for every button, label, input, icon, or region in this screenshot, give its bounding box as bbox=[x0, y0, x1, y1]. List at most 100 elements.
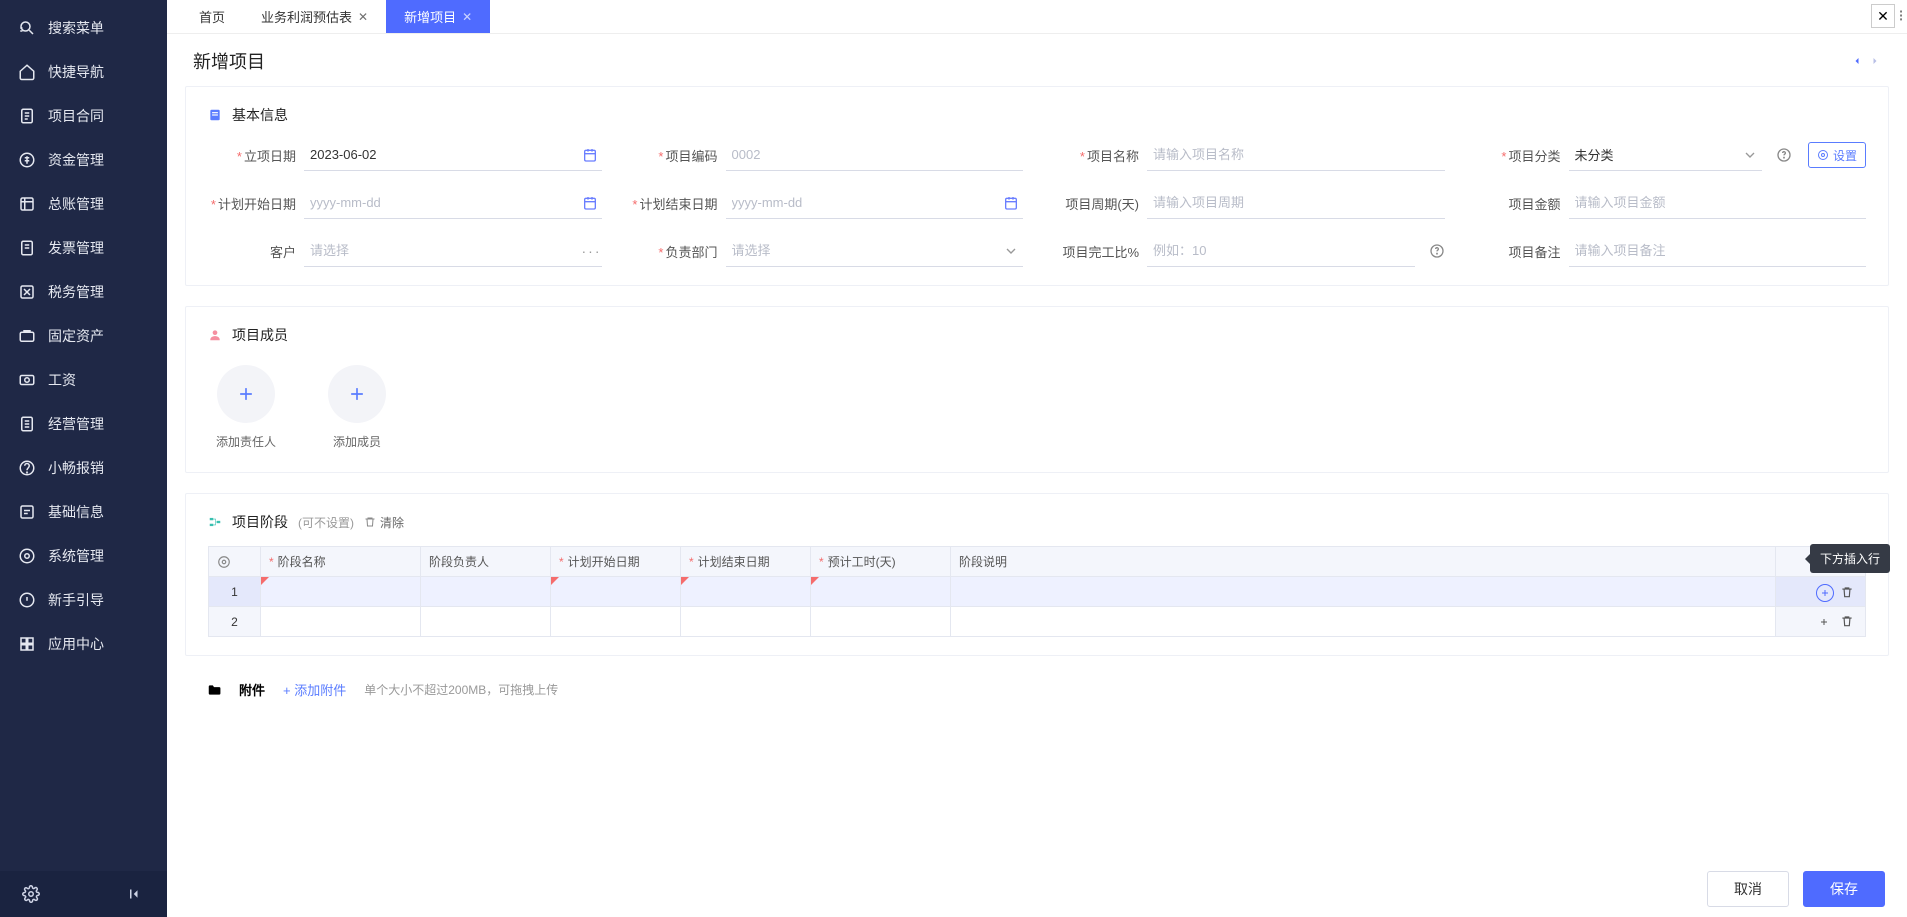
stage-cell[interactable] bbox=[261, 577, 421, 607]
form-grid: *立项日期*项目编码*项目名称*项目分类设置*计划开始日期*计划结束日期项目周期… bbox=[208, 139, 1866, 267]
page-title: 新增项目 bbox=[193, 48, 265, 74]
label-plan_end: *计划结束日期 bbox=[630, 194, 718, 213]
tab-home[interactable]: 首页 bbox=[181, 0, 243, 33]
sidebar-item-asset[interactable]: 固定资产 bbox=[0, 314, 167, 358]
input-customer[interactable] bbox=[304, 235, 602, 267]
stages-head: 项目阶段 (可不设置) 清除 bbox=[208, 512, 1866, 532]
input-plan_start[interactable] bbox=[304, 187, 602, 219]
sidebar-item-ledger[interactable]: 总账管理 bbox=[0, 182, 167, 226]
input-code[interactable] bbox=[726, 139, 1024, 171]
footer-actions: 取消 保存 bbox=[1707, 871, 1885, 907]
stage-cell[interactable] bbox=[811, 577, 951, 607]
help-icon[interactable] bbox=[1776, 147, 1792, 163]
close-panel-button[interactable]: ✕ bbox=[1871, 4, 1895, 28]
quicknav-icon bbox=[18, 63, 36, 81]
delete-row-button[interactable] bbox=[1837, 582, 1857, 602]
attachments-row: 附件 + 添加附件 单个大小不超过200MB，可拖拽上传 bbox=[207, 680, 1867, 699]
stage-cell[interactable] bbox=[551, 577, 681, 607]
input-date_setup[interactable] bbox=[304, 139, 602, 171]
sidebar-item-system[interactable]: 系统管理 bbox=[0, 534, 167, 578]
stage-cell[interactable] bbox=[951, 607, 1776, 637]
prev-arrow-icon[interactable] bbox=[1851, 55, 1863, 67]
tab-close-icon[interactable]: ✕ bbox=[358, 10, 368, 24]
sidebar-item-search[interactable]: 搜索菜单 bbox=[0, 6, 167, 50]
sidebar-item-appcenter[interactable]: 应用中心 bbox=[0, 622, 167, 666]
tab-newproj[interactable]: 新增项目✕ bbox=[386, 0, 490, 33]
next-arrow-icon[interactable] bbox=[1869, 55, 1881, 67]
input-complete[interactable] bbox=[1147, 235, 1415, 267]
stages-clear-button[interactable]: 清除 bbox=[364, 514, 404, 531]
tax-icon bbox=[18, 283, 36, 301]
sidebar-item-label: 系统管理 bbox=[48, 546, 104, 566]
reimburse-icon bbox=[18, 459, 36, 477]
sidebar-item-reimburse[interactable]: 小畅报销 bbox=[0, 446, 167, 490]
add-member-button[interactable] bbox=[328, 365, 386, 423]
input-category[interactable] bbox=[1569, 139, 1762, 171]
input-remark[interactable] bbox=[1569, 235, 1867, 267]
stage-cell[interactable] bbox=[261, 607, 421, 637]
stage-row[interactable]: 1 bbox=[209, 577, 1866, 607]
stage-cell[interactable] bbox=[681, 607, 811, 637]
stage-row-actions bbox=[1776, 607, 1866, 637]
funds-icon bbox=[18, 151, 36, 169]
sidebar-item-contract[interactable]: 项目合同 bbox=[0, 94, 167, 138]
sidebar-item-funds[interactable]: 资金管理 bbox=[0, 138, 167, 182]
stage-cell[interactable] bbox=[421, 577, 551, 607]
insert-row-button[interactable] bbox=[1814, 612, 1834, 632]
collapse-icon[interactable] bbox=[127, 885, 145, 903]
save-button[interactable]: 保存 bbox=[1803, 871, 1885, 907]
sidebar-item-guide[interactable]: 新手引导 bbox=[0, 578, 167, 622]
field-amount: 项目金额 bbox=[1473, 187, 1867, 219]
help-icon[interactable] bbox=[1429, 243, 1445, 259]
insert-row-button[interactable] bbox=[1816, 584, 1834, 602]
input-period[interactable] bbox=[1147, 187, 1445, 219]
stage-cell[interactable] bbox=[421, 607, 551, 637]
salary-icon bbox=[18, 371, 36, 389]
sidebar-item-salary[interactable]: 工资 bbox=[0, 358, 167, 402]
operation-icon bbox=[18, 415, 36, 433]
basic-info-card: 基本信息 *立项日期*项目编码*项目名称*项目分类设置*计划开始日期*计划结束日… bbox=[185, 86, 1889, 286]
sidebar-item-label: 资金管理 bbox=[48, 150, 104, 170]
add-responsible-button[interactable] bbox=[217, 365, 275, 423]
members-head: 项目成员 bbox=[208, 325, 1866, 345]
tab-close-icon[interactable]: ✕ bbox=[462, 10, 472, 24]
tab-profit[interactable]: 业务利润预估表 ✕ bbox=[243, 0, 386, 33]
input-dept[interactable] bbox=[726, 235, 1024, 267]
cancel-button[interactable]: 取消 bbox=[1707, 871, 1789, 907]
label-plan_start: *计划开始日期 bbox=[208, 194, 296, 213]
members-title: 项目成员 bbox=[232, 325, 288, 345]
input-plan_end[interactable] bbox=[726, 187, 1024, 219]
add-attachment-button[interactable]: + 添加附件 bbox=[283, 680, 346, 699]
field-plan_end: *计划结束日期 bbox=[630, 187, 1024, 219]
stage-gear-header[interactable] bbox=[209, 547, 261, 577]
search-icon bbox=[18, 19, 36, 37]
label-date_setup: *立项日期 bbox=[208, 146, 296, 165]
stage-row[interactable]: 2 bbox=[209, 607, 1866, 637]
stage-cell[interactable] bbox=[551, 607, 681, 637]
sidebar-item-baseinfo[interactable]: 基础信息 bbox=[0, 490, 167, 534]
stages-title: 项目阶段 bbox=[232, 512, 288, 532]
field-complete: 项目完工比% bbox=[1051, 235, 1445, 267]
sidebar-item-invoice[interactable]: 发票管理 bbox=[0, 226, 167, 270]
stages-icon bbox=[208, 515, 222, 529]
sidebar-item-quicknav[interactable]: 快捷导航 bbox=[0, 50, 167, 94]
add-member-label: 添加成员 bbox=[333, 433, 381, 450]
category-settings-button[interactable]: 设置 bbox=[1808, 142, 1866, 168]
sidebar-item-operation[interactable]: 经营管理 bbox=[0, 402, 167, 446]
sidebar-item-tax[interactable]: 税务管理 bbox=[0, 270, 167, 314]
stage-cell[interactable] bbox=[811, 607, 951, 637]
expand-icon[interactable]: ⁝ bbox=[1897, 4, 1905, 28]
input-amount[interactable] bbox=[1569, 187, 1867, 219]
tab-label: 业务利润预估表 bbox=[261, 7, 352, 26]
title-nav bbox=[1851, 55, 1881, 67]
sidebar-item-label: 基础信息 bbox=[48, 502, 104, 522]
gear-icon[interactable] bbox=[22, 885, 40, 903]
sidebar-item-label: 新手引导 bbox=[48, 590, 104, 610]
label-customer: 客户 bbox=[208, 242, 296, 261]
stage-cell[interactable] bbox=[681, 577, 811, 607]
stage-row-num: 1 bbox=[209, 577, 261, 607]
label-name: *项目名称 bbox=[1051, 146, 1139, 165]
delete-row-button[interactable] bbox=[1837, 611, 1857, 631]
stage-cell[interactable] bbox=[951, 577, 1776, 607]
input-name[interactable] bbox=[1147, 139, 1445, 171]
